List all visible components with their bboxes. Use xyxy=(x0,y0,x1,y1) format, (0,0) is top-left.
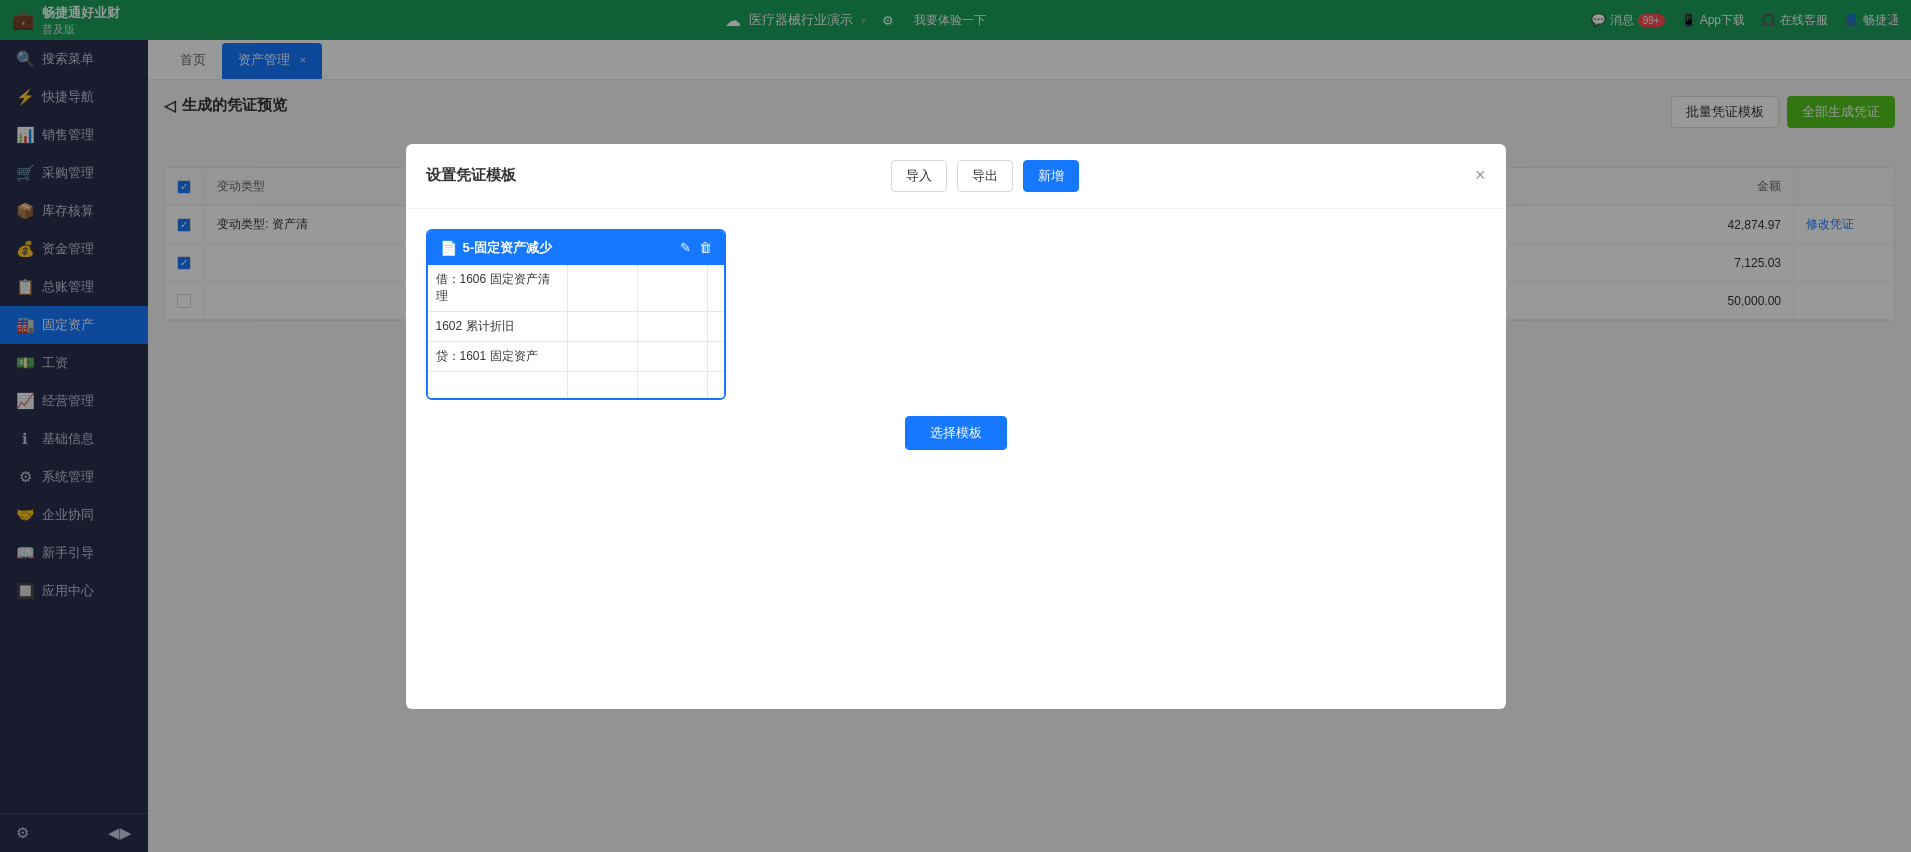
export-button[interactable]: 导出 xyxy=(957,160,1013,192)
template-col3-3 xyxy=(638,342,708,371)
template-account-1: 借：1606 固定资产清理 xyxy=(428,265,568,311)
select-template-button[interactable]: 选择模板 xyxy=(905,416,1007,450)
template-col3-2 xyxy=(638,312,708,341)
template-edit-icon[interactable]: ✎ xyxy=(680,240,691,255)
template-select-btn-container: 选择模板 xyxy=(426,416,1486,450)
template-col3-4 xyxy=(638,372,708,398)
template-delete-icon[interactable]: 🗑 xyxy=(699,240,712,255)
template-account-4 xyxy=(428,372,568,398)
template-row-2: 1602 累计折旧 xyxy=(428,312,724,342)
modal-header-actions: 导入 导出 新增 xyxy=(891,160,1079,192)
template-account-3: 贷：1601 固定资产 xyxy=(428,342,568,371)
template-account-2: 1602 累计折旧 xyxy=(428,312,568,341)
template-col2-1 xyxy=(568,265,638,311)
modal-overlay: 设置凭证模板 导入 导出 新增 × xyxy=(148,80,1911,852)
template-body: 借：1606 固定资产清理 1602 累计折旧 xyxy=(428,265,724,398)
template-card: 📄 5-固定资产减少 ✎ 🗑 xyxy=(426,229,726,400)
import-button[interactable]: 导入 xyxy=(891,160,947,192)
modal-title: 设置凭证模板 xyxy=(426,166,516,185)
template-doc-icon: 📄 xyxy=(440,240,457,256)
template-col2-3 xyxy=(568,342,638,371)
template-row-3: 贷：1601 固定资产 xyxy=(428,342,724,372)
template-row-1: 借：1606 固定资产清理 xyxy=(428,265,724,312)
set-voucher-template-modal: 设置凭证模板 导入 导出 新增 × xyxy=(406,144,1506,709)
template-card-icons: ✎ 🗑 xyxy=(680,240,712,255)
modal-close-button[interactable]: × xyxy=(1475,165,1486,186)
modal-body: 📄 5-固定资产减少 ✎ 🗑 xyxy=(406,209,1506,709)
template-row-4 xyxy=(428,372,724,398)
page-wrapper: ◁ 生成的凭证预览 批量凭证模板 全部生成凭证 变动类型 xyxy=(148,80,1911,852)
template-card-title: 📄 5-固定资产减少 xyxy=(440,239,553,257)
template-col4-2 xyxy=(708,312,726,341)
template-col2-2 xyxy=(568,312,638,341)
template-col4-1 xyxy=(708,265,726,311)
content-area: 首页 资产管理 × ─ □ × xyxy=(148,40,1911,852)
new-template-button[interactable]: 新增 xyxy=(1023,160,1079,192)
template-col3-1 xyxy=(638,265,708,311)
template-col4-4 xyxy=(708,372,726,398)
template-full-title: 5-固定资产减少 xyxy=(463,239,553,257)
template-card-header: 📄 5-固定资产减少 ✎ 🗑 xyxy=(428,231,724,265)
modal-header: 设置凭证模板 导入 导出 新增 × xyxy=(406,144,1506,209)
app-container: 💼 畅捷通好业财 普及版 ☁ 医疗器械行业演示 ▾ ⚙ 我要体验一下 💬 消息 … xyxy=(0,0,1911,852)
template-col4-3 xyxy=(708,342,726,371)
main-area: 🔍 搜索菜单 ⚡ 快捷导航 📊 销售管理 🛒 采购管理 📦 库存核算 xyxy=(0,40,1911,852)
template-col2-4 xyxy=(568,372,638,398)
